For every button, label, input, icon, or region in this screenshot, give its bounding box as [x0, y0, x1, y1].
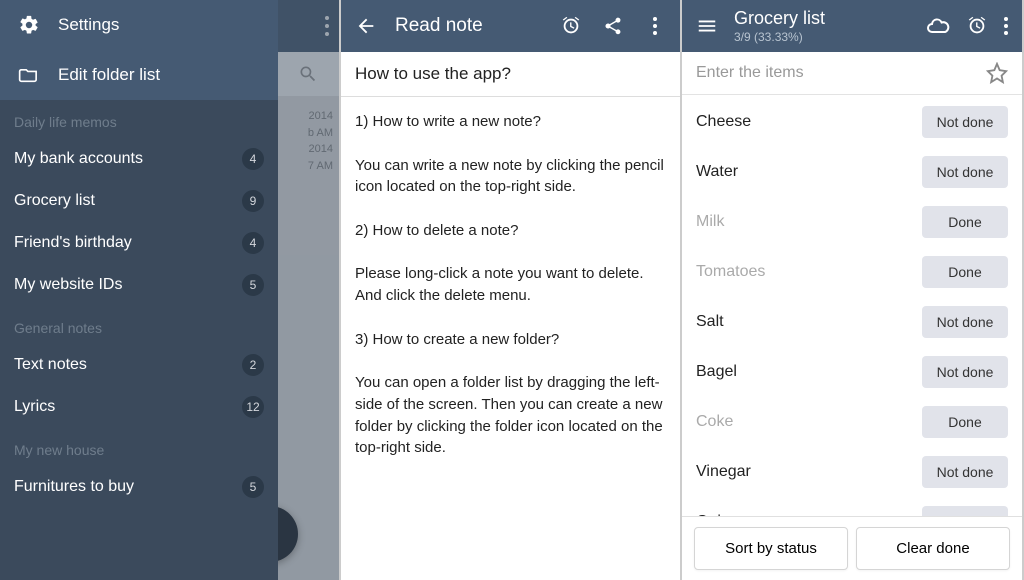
folder-name: Grocery list	[14, 192, 95, 210]
folder-row[interactable]: Lyrics 12	[0, 386, 278, 428]
background-note-list: 2014 b AM 2014 7 AM	[277, 0, 339, 580]
read-note-appbar: Read note	[341, 0, 680, 52]
list-item: Tomatoes Done	[696, 247, 1008, 297]
edit-folder-row[interactable]: Edit folder list	[0, 50, 278, 100]
folder-count-badge: 9	[242, 190, 264, 212]
folder-count-badge: 5	[242, 476, 264, 498]
list-item: Salt Not done	[696, 297, 1008, 347]
list-item: Milk Done	[696, 197, 1008, 247]
folder-icon	[18, 64, 40, 86]
status-button[interactable]: Done	[922, 206, 1008, 238]
list-item: Bagel Not done	[696, 347, 1008, 397]
settings-row[interactable]: Settings	[0, 0, 278, 50]
folder-row[interactable]: My bank accounts 4	[0, 138, 278, 180]
more-icon[interactable]	[1004, 17, 1008, 35]
list-item: Water Not done	[696, 147, 1008, 197]
grocery-progress: 3/9 (33.33%)	[734, 30, 910, 44]
sort-button[interactable]: Sort by status	[694, 527, 848, 570]
section-header: My new house	[0, 428, 278, 466]
alarm-icon[interactable]	[966, 15, 988, 37]
folder-count-badge: 4	[242, 232, 264, 254]
item-name: Cheese	[696, 113, 751, 131]
folder-row[interactable]: Text notes 2	[0, 344, 278, 386]
item-name: Tomatoes	[696, 263, 765, 281]
clear-done-button[interactable]: Clear done	[856, 527, 1010, 570]
folder-name: Friend's birthday	[14, 234, 132, 252]
folder-name: Lyrics	[14, 398, 55, 416]
item-name: Vinegar	[696, 463, 751, 481]
item-name: Water	[696, 163, 738, 181]
list-item: Cheese Not done	[696, 97, 1008, 147]
settings-label: Settings	[58, 15, 119, 35]
folder-row[interactable]: Grocery list 9	[0, 180, 278, 222]
edit-folder-label: Edit folder list	[58, 65, 160, 85]
status-button[interactable]: Not done	[922, 106, 1008, 138]
back-icon[interactable]	[355, 15, 377, 37]
gear-icon	[18, 14, 40, 36]
more-icon[interactable]	[644, 15, 666, 37]
folder-count-badge: 2	[242, 354, 264, 376]
bg-date-fragments: 2014 b AM 2014 7 AM	[277, 96, 339, 186]
folder-count-badge: 4	[242, 148, 264, 170]
status-button[interactable]: Not done	[922, 156, 1008, 188]
folder-name: My website IDs	[14, 276, 122, 294]
status-button[interactable]: Not done	[922, 306, 1008, 338]
folder-row[interactable]: Friend's birthday 4	[0, 222, 278, 264]
status-button[interactable]: Done	[922, 406, 1008, 438]
grocery-appbar: Grocery list 3/9 (33.33%)	[682, 0, 1022, 52]
bg-header	[277, 0, 339, 52]
item-name: Bagel	[696, 363, 737, 381]
item-name: Coke	[696, 413, 733, 431]
note-body: 1) How to write a new note? You can writ…	[341, 97, 680, 473]
status-button[interactable]: Not done	[922, 356, 1008, 388]
grocery-title: Grocery list	[734, 8, 910, 30]
alarm-icon[interactable]	[560, 15, 582, 37]
add-item-row	[682, 52, 1022, 95]
status-button[interactable]: Not done	[922, 456, 1008, 488]
add-item-input[interactable]	[696, 64, 986, 82]
section-header: Daily life memos	[0, 100, 278, 138]
navigation-drawer: Settings Edit folder list Daily life mem…	[0, 0, 278, 580]
section-header: General notes	[0, 306, 278, 344]
folder-row[interactable]: My website IDs 5	[0, 264, 278, 306]
status-button[interactable]: Done	[922, 256, 1008, 288]
folder-name: Text notes	[14, 356, 87, 374]
cloud-icon[interactable]	[926, 14, 950, 38]
star-icon[interactable]	[986, 62, 1008, 84]
folder-row[interactable]: Furnitures to buy 5	[0, 466, 278, 508]
bottom-actions: Sort by status Clear done	[682, 516, 1022, 580]
item-name: Milk	[696, 213, 724, 231]
item-name: Salt	[696, 313, 724, 331]
menu-icon[interactable]	[696, 15, 718, 37]
folder-count-badge: 5	[242, 274, 264, 296]
list-item: Vinegar Not done	[696, 447, 1008, 497]
list-item: Coke Done	[696, 397, 1008, 447]
folder-name: My bank accounts	[14, 150, 143, 168]
folder-name: Furnitures to buy	[14, 478, 134, 496]
bg-search-bar	[277, 52, 339, 96]
note-title: How to use the app?	[341, 52, 680, 97]
folder-count-badge: 12	[242, 396, 264, 418]
appbar-title: Read note	[395, 15, 542, 37]
share-icon[interactable]	[602, 15, 624, 37]
